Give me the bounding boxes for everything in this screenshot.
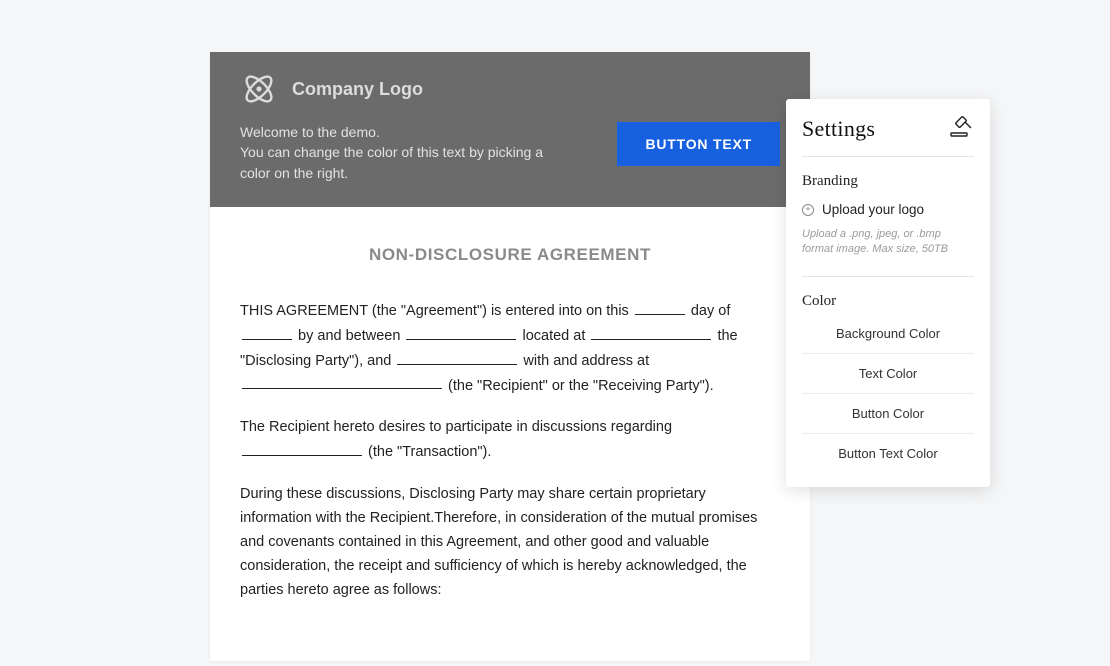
- cta-button[interactable]: BUTTON TEXT: [617, 122, 780, 166]
- color-option-button[interactable]: Button Color: [802, 394, 974, 434]
- document-title: NON-DISCLOSURE AGREEMENT: [240, 241, 780, 269]
- paragraph-2: The Recipient hereto desires to particip…: [240, 416, 780, 465]
- divider: [802, 276, 974, 277]
- company-logo-text: Company Logo: [292, 79, 423, 100]
- document-body: NON-DISCLOSURE AGREEMENT THIS AGREEMENT …: [210, 207, 810, 661]
- welcome-text: Welcome to the demo. You can change the …: [240, 122, 550, 183]
- text: THIS AGREEMENT (the "Agreement") is ente…: [240, 303, 629, 319]
- color-option-background[interactable]: Background Color: [802, 322, 974, 354]
- settings-title: Settings: [802, 116, 875, 142]
- color-option-button-text[interactable]: Button Text Color: [802, 434, 974, 473]
- text: (the "Recipient" or the "Receiving Party…: [448, 377, 714, 393]
- paragraph-3: During these discussions, Disclosing Par…: [240, 483, 780, 603]
- text: (the "Transaction").: [368, 444, 491, 460]
- upload-logo-button[interactable]: + Upload your logo: [802, 202, 974, 217]
- gavel-icon: [948, 113, 974, 144]
- settings-header: Settings: [802, 113, 974, 157]
- branding-section-title: Branding: [802, 173, 974, 190]
- text: by and between: [298, 328, 400, 344]
- paragraph-1: THIS AGREEMENT (the "Agreement") is ente…: [240, 299, 780, 398]
- upload-logo-label: Upload your logo: [822, 202, 924, 217]
- header-body: Welcome to the demo. You can change the …: [240, 122, 780, 183]
- plus-circle-icon: +: [802, 204, 814, 216]
- blank-field[interactable]: [242, 324, 292, 340]
- text: with and address at: [523, 353, 649, 369]
- upload-hint: Upload a .png, jpeg, or .bmp format imag…: [802, 227, 974, 258]
- welcome-line-1: Welcome to the demo.: [240, 122, 550, 142]
- company-logo-icon: [240, 70, 278, 108]
- blank-field[interactable]: [406, 324, 516, 340]
- logo-row: Company Logo: [240, 70, 780, 108]
- blank-field[interactable]: [242, 374, 442, 390]
- blank-field[interactable]: [242, 440, 362, 456]
- document-preview: Company Logo Welcome to the demo. You ca…: [210, 52, 810, 661]
- welcome-line-2: You can change the color of this text by…: [240, 142, 550, 183]
- blank-field[interactable]: [397, 349, 517, 365]
- document-header: Company Logo Welcome to the demo. You ca…: [210, 52, 810, 207]
- text: located at: [522, 328, 585, 344]
- blank-field[interactable]: [591, 324, 711, 340]
- color-option-text[interactable]: Text Color: [802, 354, 974, 394]
- color-options-list: Background Color Text Color Button Color…: [802, 322, 974, 473]
- blank-field[interactable]: [635, 299, 685, 315]
- settings-panel: Settings Branding + Upload your logo Upl…: [786, 99, 990, 487]
- text: The Recipient hereto desires to particip…: [240, 419, 672, 435]
- text: day of: [691, 303, 731, 319]
- color-section-title: Color: [802, 293, 974, 310]
